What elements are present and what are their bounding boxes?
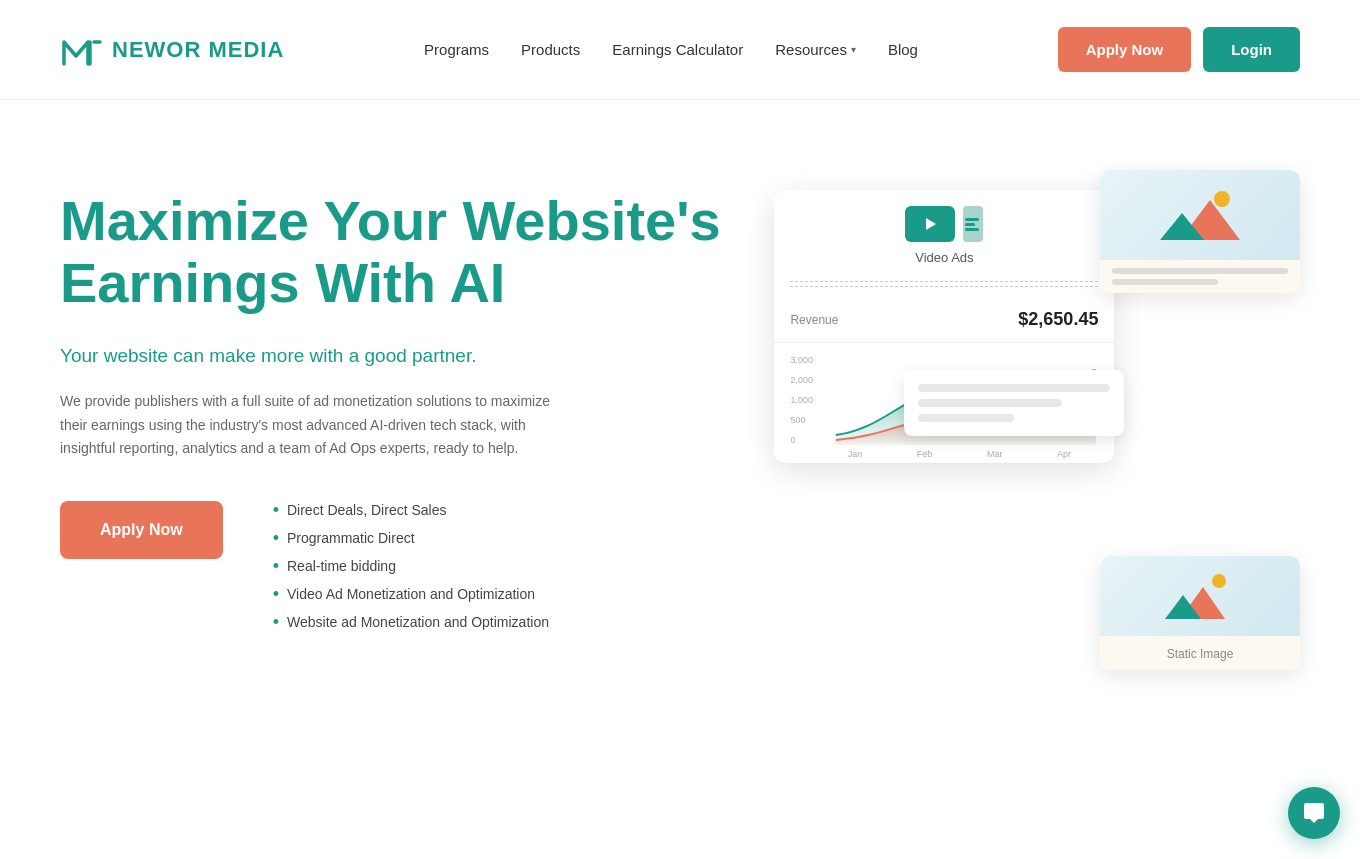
mountain-scene-icon xyxy=(1160,185,1240,245)
static-image-card: Static Image xyxy=(1100,556,1300,670)
play-icon xyxy=(920,214,940,234)
list-item: Direct Deals, Direct Sales xyxy=(273,501,549,519)
hero-left: Maximize Your Website's Earnings With AI… xyxy=(60,160,742,641)
navbar: NEWOR MEDIA Programs Products Earnings C… xyxy=(0,0,1360,100)
svg-point-3 xyxy=(1214,191,1230,207)
chat-bubble-button[interactable] xyxy=(1288,787,1340,839)
nav-products[interactable]: Products xyxy=(521,41,580,58)
chart-y-axis: 3,000 2,000 1,000 500 0 xyxy=(790,355,813,445)
chart-x-axis: Jan Feb Mar Apr xyxy=(820,449,1098,459)
hero-features-list: Direct Deals, Direct Sales Programmatic … xyxy=(273,501,549,641)
nav-actions: Apply Now Login xyxy=(1058,27,1300,72)
list-item: Video Ad Monetization and Optimization xyxy=(273,585,549,603)
nav-earnings-calculator[interactable]: Earnings Calculator xyxy=(612,41,743,58)
hero-right: Video Ads Revenue $2,650.45 3,000 2,000 … xyxy=(754,170,1300,750)
list-item: Real-time bidding xyxy=(273,557,549,575)
divider-lines xyxy=(774,281,1114,297)
static-image-label-section: Static Image xyxy=(1100,636,1300,670)
banner-lines xyxy=(918,384,1110,422)
chat-icon xyxy=(1302,801,1326,825)
logo-link[interactable]: NEWOR MEDIA xyxy=(60,28,284,72)
nav-links: Programs Products Earnings Calculator Re… xyxy=(424,41,918,59)
nav-programs[interactable]: Programs xyxy=(424,41,489,58)
camera-icon xyxy=(963,206,983,242)
revenue-section: Revenue $2,650.45 xyxy=(774,297,1114,343)
static-image-placeholder xyxy=(1100,556,1300,636)
video-play-icon xyxy=(905,206,955,242)
revenue-label: Revenue xyxy=(790,313,838,327)
video-ads-label: Video Ads xyxy=(915,250,973,265)
list-item: Website ad Monetization and Optimization xyxy=(273,613,549,631)
hero-heading: Maximize Your Website's Earnings With AI xyxy=(60,190,742,313)
list-item: Programmatic Direct xyxy=(273,529,549,547)
nav-blog[interactable]: Blog xyxy=(888,41,918,58)
hero-section: Maximize Your Website's Earnings With AI… xyxy=(0,100,1360,859)
video-ads-section: Video Ads xyxy=(774,190,1114,281)
nav-resources[interactable]: Resources ▾ xyxy=(775,41,856,58)
ad-image-placeholder-top xyxy=(1100,170,1300,260)
chevron-down-icon: ▾ xyxy=(851,44,856,55)
hero-bottom: Apply Now Direct Deals, Direct Sales Pro… xyxy=(60,501,742,641)
banner-overlay-card xyxy=(904,370,1124,436)
static-image-scene-icon xyxy=(1165,569,1235,624)
ad-image-top-footer xyxy=(1100,260,1300,293)
ad-image-card-top xyxy=(1100,170,1300,293)
hero-description: We provide publishers with a full suite … xyxy=(60,390,580,461)
hero-subheading: Your website can make more with a good p… xyxy=(60,343,742,370)
logo-text: NEWOR MEDIA xyxy=(112,37,284,63)
svg-point-7 xyxy=(1212,574,1226,588)
login-button[interactable]: Login xyxy=(1203,27,1300,72)
svg-marker-1 xyxy=(926,218,936,230)
apply-now-nav-button[interactable]: Apply Now xyxy=(1058,27,1192,72)
apply-now-hero-button[interactable]: Apply Now xyxy=(60,501,223,559)
revenue-value: $2,650.45 xyxy=(1018,309,1098,330)
logo-icon xyxy=(60,28,104,72)
static-image-label: Static Image xyxy=(1167,647,1234,661)
